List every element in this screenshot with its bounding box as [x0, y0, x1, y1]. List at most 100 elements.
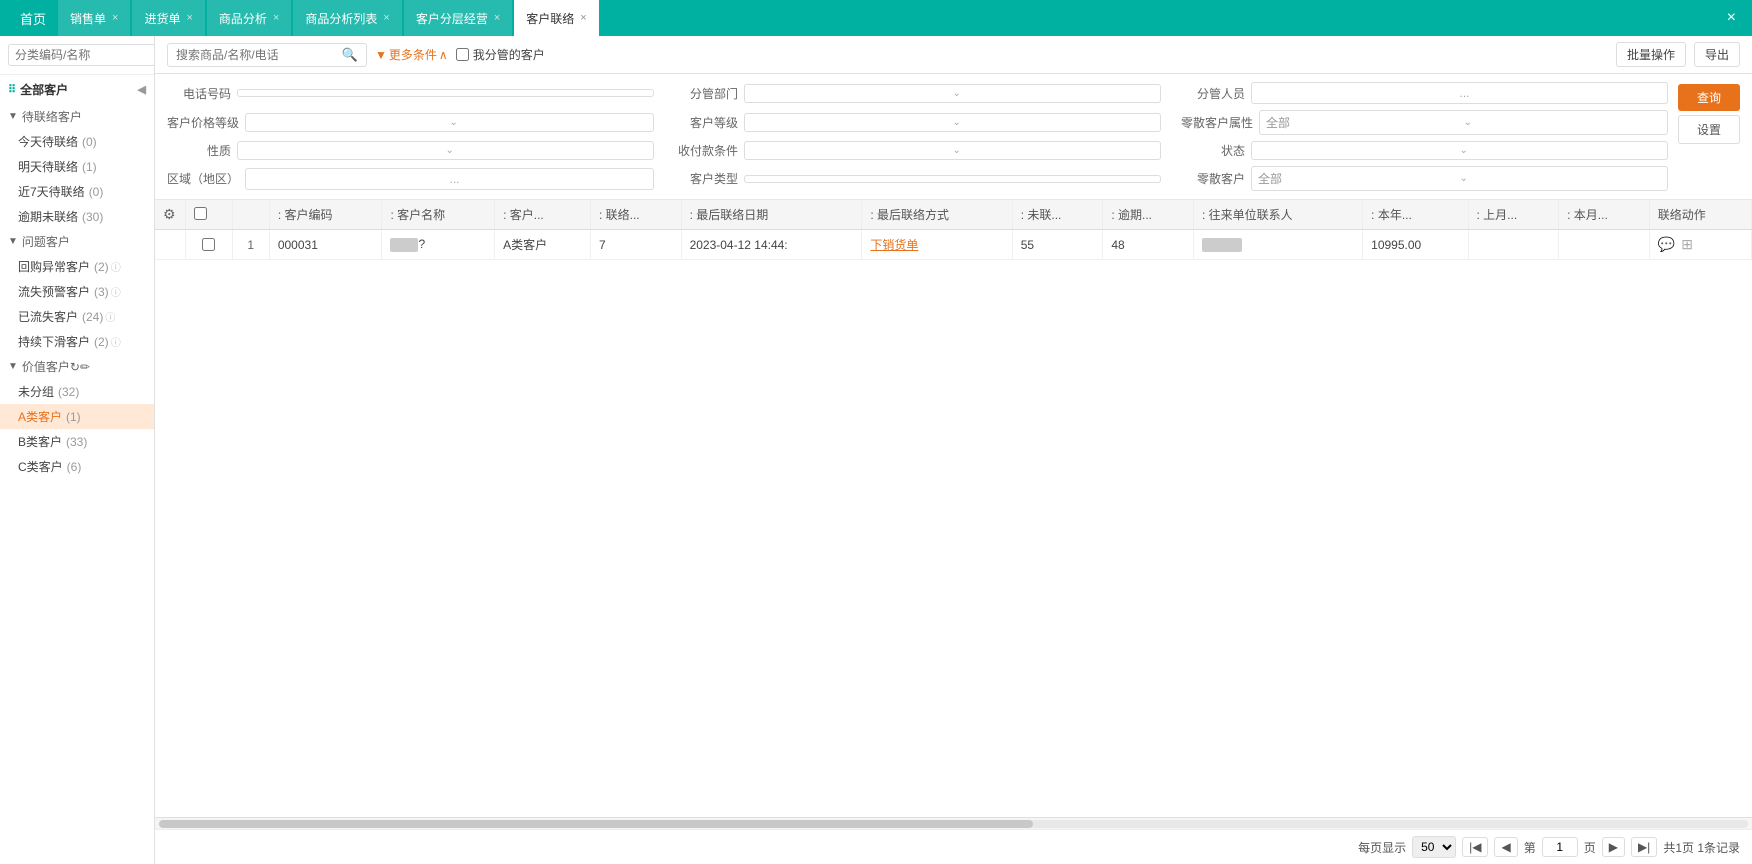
- adv-select-nature[interactable]: ⌄: [237, 141, 654, 160]
- my-customers-checkbox[interactable]: [456, 48, 469, 61]
- qr-icon[interactable]: ⊞: [1681, 236, 1693, 253]
- more-filter-btn[interactable]: ▼ 更多条件 ∧: [375, 46, 448, 63]
- th-last-month[interactable]: : 上月...: [1468, 200, 1559, 230]
- sidebar-item-today[interactable]: 今天待联络 (0): [0, 129, 154, 154]
- th-last-method[interactable]: : 最后联络方式: [862, 200, 1012, 230]
- last-method-link[interactable]: 下销货单: [870, 238, 918, 252]
- adv-select-phone[interactable]: [237, 89, 654, 97]
- sidebar-group-problem-title[interactable]: ▼ 问题客户: [0, 229, 154, 254]
- info-icon-declining[interactable]: ⓘ: [111, 334, 121, 349]
- th-no-contact[interactable]: : 未联...: [1012, 200, 1103, 230]
- th-check[interactable]: [185, 200, 232, 230]
- nav-tab-analysis-list-close[interactable]: ×: [383, 12, 389, 24]
- my-customers-checkbox-wrap[interactable]: 我分管的客户: [456, 46, 545, 63]
- adv-select-retail[interactable]: 全部 ⌄: [1251, 166, 1668, 191]
- chev-icon-retail: ⌄: [1460, 173, 1662, 184]
- last-page-btn[interactable]: ▶|: [1631, 837, 1657, 857]
- adv-cell-dept: 分管部门 ⌄: [674, 84, 1161, 103]
- nav-tab-analysis-close[interactable]: ×: [273, 12, 279, 24]
- row-checkbox[interactable]: [202, 238, 215, 251]
- sidebar-item-repurchase-abnormal[interactable]: 回购异常客户 (2) ⓘ: [0, 254, 154, 279]
- th-name[interactable]: : 客户名称: [382, 200, 495, 230]
- nav-tab-customer-contact-close[interactable]: ×: [580, 12, 586, 24]
- nav-tab-analysis-list[interactable]: 商品分析列表 ×: [293, 0, 401, 36]
- info-icon-value[interactable]: ↻: [70, 360, 80, 374]
- adv-select-dept[interactable]: ⌄: [744, 84, 1161, 103]
- query-btn[interactable]: 查询: [1678, 84, 1740, 111]
- page-input[interactable]: [1542, 837, 1578, 857]
- adv-select-customer-type[interactable]: [744, 175, 1161, 183]
- chat-icon[interactable]: 💬: [1658, 236, 1675, 253]
- th-this-month[interactable]: : 本月...: [1559, 200, 1650, 230]
- th-last-date[interactable]: : 最后联络日期: [681, 200, 862, 230]
- adv-select-region[interactable]: ...: [245, 168, 654, 190]
- sidebar-item-overdue[interactable]: 逾期未联络 (30): [0, 204, 154, 229]
- th-overdue[interactable]: : 逾期...: [1103, 200, 1194, 230]
- prev-page-btn[interactable]: ◀: [1494, 837, 1517, 857]
- sidebar-item-class-b[interactable]: B类客户 (33): [0, 429, 154, 454]
- adv-select-status[interactable]: ⌄: [1251, 141, 1668, 160]
- adv-select-manager[interactable]: ...: [1251, 82, 1668, 104]
- sidebar-item-class-c[interactable]: C类客户 (6): [0, 454, 154, 479]
- sidebar-item-class-a[interactable]: A类客户 (1): [0, 404, 154, 429]
- td-no: 1: [232, 230, 269, 260]
- nav-tab-sales[interactable]: 销售单 ×: [58, 0, 130, 36]
- col-settings-icon[interactable]: ⚙: [163, 206, 176, 222]
- info-icon-churn-warning[interactable]: ⓘ: [111, 284, 121, 299]
- nav-home[interactable]: 首页: [8, 0, 58, 36]
- nav-tab-purchase-close[interactable]: ×: [186, 12, 192, 24]
- search-input[interactable]: [176, 48, 342, 62]
- th-contact[interactable]: : 联络...: [590, 200, 681, 230]
- adv-select-price-level[interactable]: ⌄: [245, 113, 654, 132]
- next-page-btn[interactable]: ▶: [1602, 837, 1625, 857]
- th-settings[interactable]: ⚙: [155, 200, 185, 230]
- th-type[interactable]: : 客户...: [495, 200, 591, 230]
- sidebar-item-churned[interactable]: 已流失客户 (24) ⓘ: [0, 304, 154, 329]
- sidebar-item-declining[interactable]: 持续下滑客户 (2) ⓘ: [0, 329, 154, 354]
- adv-label-phone: 电话号码: [167, 85, 237, 102]
- adv-select-customer-level[interactable]: ⌄: [744, 113, 1161, 132]
- nav-tab-customer-contact[interactable]: 客户联络 ×: [514, 0, 598, 36]
- th-this-year[interactable]: : 本年...: [1363, 200, 1468, 230]
- sidebar-item-7days[interactable]: 近7天待联络 (0): [0, 179, 154, 204]
- more-filter-label: 更多条件: [389, 46, 437, 63]
- first-page-btn[interactable]: |◀: [1462, 837, 1488, 857]
- search-icon[interactable]: 🔍: [342, 47, 358, 63]
- nav-tab-sales-close[interactable]: ×: [112, 12, 118, 24]
- sidebar-search-input[interactable]: [8, 44, 155, 66]
- sidebar-group-value-title[interactable]: ▼ 价值客户 ↻ ✏: [0, 354, 154, 379]
- nav-tab-customer-mgmt[interactable]: 客户分层经营 ×: [404, 0, 512, 36]
- nav-tab-customer-mgmt-close[interactable]: ×: [494, 12, 500, 24]
- scroll-thumb[interactable]: [159, 820, 1033, 828]
- window-close-btn[interactable]: ×: [1719, 9, 1744, 26]
- dots-icon-manager: ...: [1460, 86, 1662, 100]
- edit-icon-value[interactable]: ✏: [80, 360, 90, 374]
- sidebar-item-ungrouped[interactable]: 未分组 (32): [0, 379, 154, 404]
- export-btn[interactable]: 导出: [1694, 42, 1740, 67]
- adv-select-retail-attr[interactable]: 全部 ⌄: [1259, 110, 1668, 135]
- nav-tab-purchase[interactable]: 进货单 ×: [132, 0, 204, 36]
- settings-btn[interactable]: 设置: [1678, 115, 1740, 144]
- nav-tab-analysis[interactable]: 商品分析 ×: [207, 0, 291, 36]
- td-last-method[interactable]: 下销货单: [862, 230, 1012, 260]
- th-code[interactable]: : 客户编码: [269, 200, 382, 230]
- horizontal-scrollbar[interactable]: [155, 817, 1752, 829]
- td-check[interactable]: [185, 230, 232, 260]
- arrow-icon-value: ▼: [8, 361, 18, 372]
- sidebar-all-customers[interactable]: ⠿ 全部客户 ◀: [0, 75, 154, 104]
- chev-icon-dept: ⌄: [953, 88, 1155, 99]
- adv-select-payment[interactable]: ⌄: [744, 141, 1161, 160]
- scroll-track[interactable]: [159, 820, 1748, 828]
- per-page-select[interactable]: 50: [1412, 836, 1456, 858]
- sidebar-item-tomorrow[interactable]: 明天待联络 (1): [0, 154, 154, 179]
- th-unit-contact[interactable]: : 往来单位联系人: [1193, 200, 1362, 230]
- info-icon-churned[interactable]: ⓘ: [105, 309, 115, 324]
- sidebar-item-repurchase-badge: (2): [94, 260, 109, 274]
- batch-op-btn[interactable]: 批量操作: [1616, 42, 1686, 67]
- td-code: 000031: [269, 230, 382, 260]
- select-all-checkbox[interactable]: [194, 207, 207, 220]
- info-icon-repurchase[interactable]: ⓘ: [111, 259, 121, 274]
- sidebar-item-churn-warning[interactable]: 流失预警客户 (3) ⓘ: [0, 279, 154, 304]
- collapse-icon[interactable]: ◀: [138, 83, 146, 96]
- sidebar-group-pending-title[interactable]: ▼ 待联络客户: [0, 104, 154, 129]
